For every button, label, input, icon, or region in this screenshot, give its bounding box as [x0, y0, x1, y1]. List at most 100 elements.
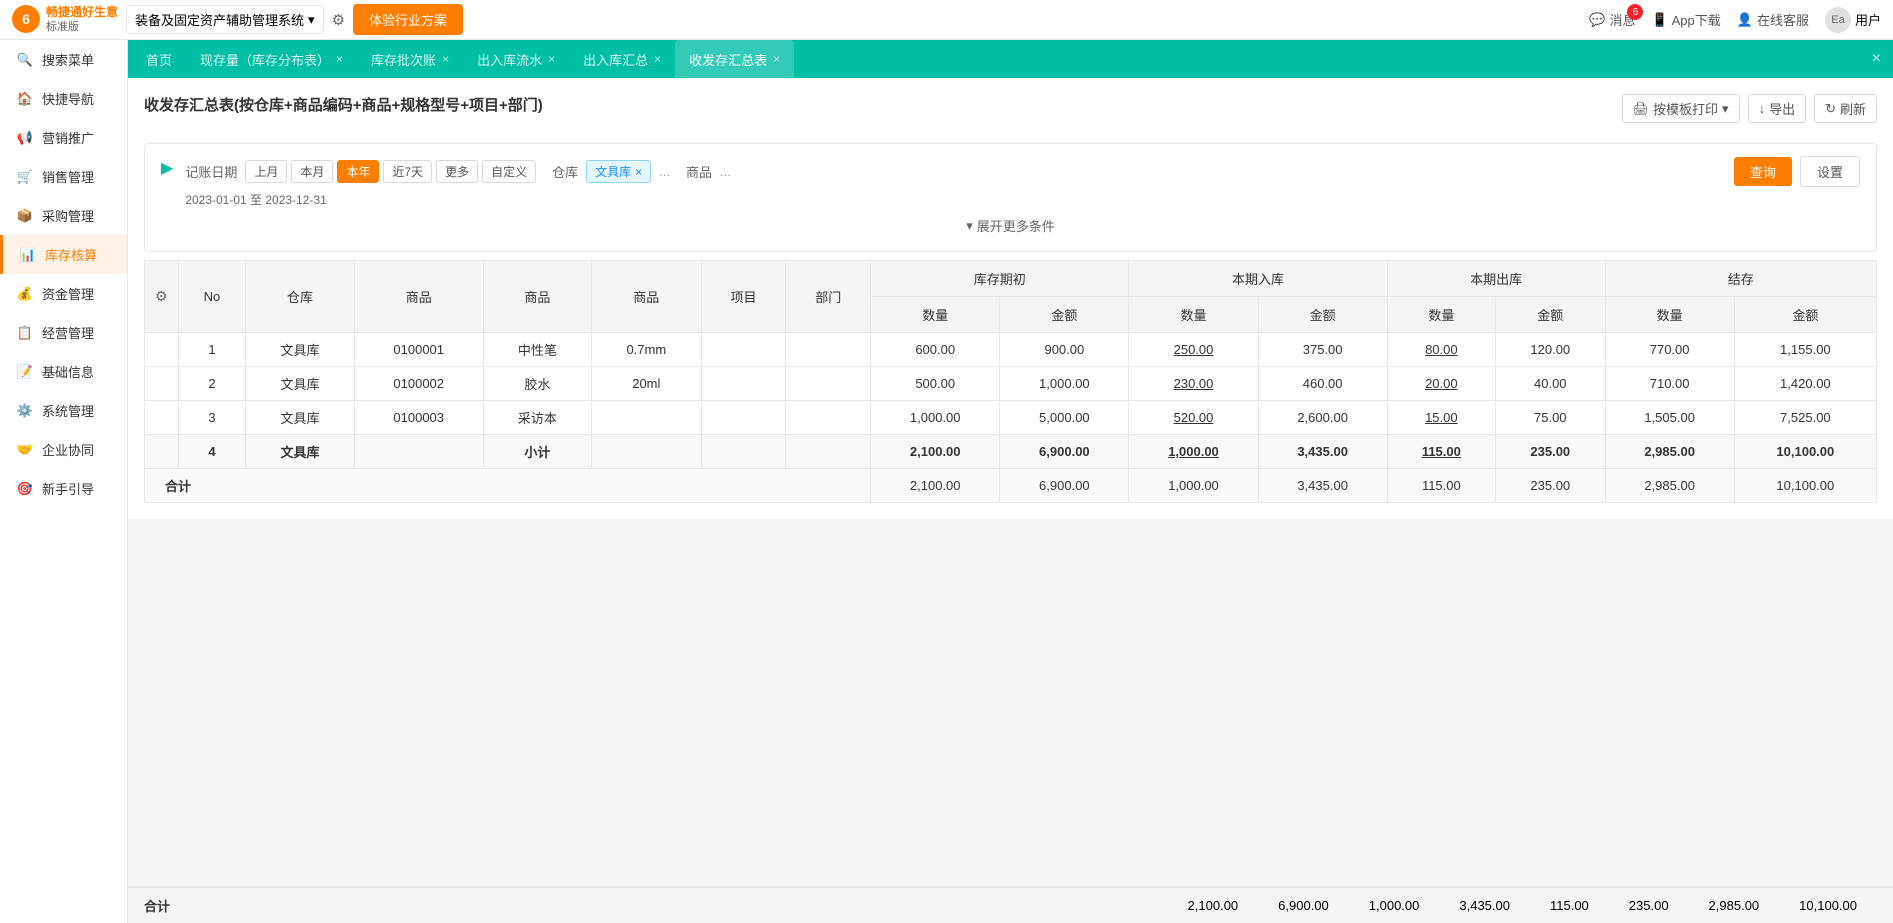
sidebar-item-inventory[interactable]: 📊 库存核算 — [0, 235, 127, 274]
th-in-group: 本期入库 — [1129, 261, 1387, 297]
export-button[interactable]: ↓ 导出 — [1748, 94, 1807, 123]
top-header: 6 畅捷通好生意 标准版 装备及固定资产辅助管理系统 ▾ ⚙ 体验行业方案 💬 … — [0, 0, 1893, 40]
cell-warehouse-2: 文具库 — [246, 401, 354, 435]
chevron-print-icon: ▾ — [1722, 101, 1729, 117]
close-all-tabs-button[interactable]: × — [1864, 50, 1889, 68]
content-area: 首页 现存量（库存分布表） × 库存批次账 × 出入库流水 × 出入库汇总 × — [128, 40, 1893, 923]
cell-out-amt-1: 40.00 — [1495, 367, 1605, 401]
total-row: 合计 2,100.00 6,900.00 1,000.00 3,435.00 1… — [145, 469, 1877, 503]
query-button[interactable]: 查询 — [1734, 157, 1792, 186]
subtotal-project — [701, 435, 786, 469]
cell-out-qty-0[interactable]: 80.00 — [1387, 333, 1495, 367]
date-btn-this-month[interactable]: 本月 — [291, 160, 333, 183]
app-download-btn[interactable]: 📱 App下载 — [1651, 10, 1720, 29]
sidebar-item-quick-nav[interactable]: 🏠 快捷导航 — [0, 79, 127, 118]
cell-opening-amt-0: 900.00 — [1000, 333, 1129, 367]
subtotal-balance-qty: 2,985.00 — [1605, 435, 1734, 469]
message-badge: 6 — [1627, 4, 1643, 20]
subtotal-dept — [786, 435, 871, 469]
sidebar-item-search[interactable]: 🔍 搜索菜单 — [0, 40, 127, 79]
cell-in-qty-1[interactable]: 230.00 — [1129, 367, 1258, 401]
warehouse-filter: 仓库 文具库 × ... — [552, 160, 670, 183]
tab-batch[interactable]: 库存批次账 × — [357, 40, 463, 78]
system-selector[interactable]: 装备及固定资产辅助管理系统 ▾ — [126, 5, 324, 34]
cell-in-qty-2[interactable]: 520.00 — [1129, 401, 1258, 435]
purchase-icon: 📦 — [16, 207, 34, 225]
set-button[interactable]: 设置 — [1800, 156, 1860, 187]
online-service-btn[interactable]: 👤 在线客服 — [1737, 10, 1809, 29]
product-more-btn[interactable]: ... — [720, 164, 731, 179]
settings-icon[interactable]: ⚙ — [332, 11, 345, 29]
sidebar-item-purchase[interactable]: 📦 采购管理 — [0, 196, 127, 235]
subtotal-name: 小计 — [483, 435, 591, 469]
warehouse-tag-remove[interactable]: × — [635, 165, 642, 179]
sidebar-item-guide[interactable]: 🎯 新手引导 — [0, 469, 127, 508]
th-opening-amt: 金额 — [1000, 297, 1129, 333]
operation-icon: 📋 — [16, 324, 34, 342]
message-btn[interactable]: 💬 消息 6 — [1589, 10, 1635, 29]
sidebar-item-operation[interactable]: 📋 经营管理 — [0, 313, 127, 352]
filter-toggle-icon[interactable]: ▶ — [161, 158, 173, 178]
sidebar-label-quick-nav: 快捷导航 — [42, 89, 94, 108]
header-left: 6 畅捷通好生意 标准版 装备及固定资产辅助管理系统 ▾ ⚙ 体验行业方案 — [12, 4, 463, 35]
cell-department-0 — [786, 333, 871, 367]
subtotal-in-qty[interactable]: 1,000.00 — [1129, 435, 1258, 469]
basic-info-icon: 📝 — [16, 363, 34, 381]
tab-close-batch[interactable]: × — [442, 52, 449, 66]
print-label: 按模板打印 — [1653, 99, 1718, 118]
warehouse-more-btn[interactable]: ... — [659, 164, 670, 179]
date-btn-custom[interactable]: 自定义 — [482, 160, 536, 183]
tab-close-inventory-dist[interactable]: × — [336, 52, 343, 66]
cell-product-spec-1: 20ml — [592, 367, 702, 401]
cell-balance-amt-2: 7,525.00 — [1734, 401, 1876, 435]
tab-receive-send-summary[interactable]: 收发存汇总表 × — [675, 40, 794, 78]
tab-close-inout-summary[interactable]: × — [654, 52, 661, 66]
filter-section: ▶ 记账日期 上月 本月 本年 — [144, 143, 1877, 252]
refresh-button[interactable]: ↻ 刷新 — [1814, 94, 1877, 123]
tab-close-receive-send[interactable]: × — [773, 52, 780, 66]
cell-out-qty-2[interactable]: 15.00 — [1387, 401, 1495, 435]
user-area[interactable]: Ea 用户 — [1825, 7, 1881, 33]
th-out-group: 本期出库 — [1387, 261, 1605, 297]
date-btn-last-month[interactable]: 上月 — [245, 160, 287, 183]
total-balance-amt: 10,100.00 — [1734, 469, 1876, 503]
page-inner: 收发存汇总表(按仓库+商品编码+商品+规格型号+项目+部门) 🖨 按模板打印 ▾… — [128, 78, 1893, 519]
th-in-qty: 数量 — [1129, 297, 1258, 333]
cell-product-code-2: 0100003 — [354, 401, 483, 435]
tab-close-inout-flow[interactable]: × — [548, 52, 555, 66]
sidebar-item-marketing[interactable]: 📢 营销推广 — [0, 118, 127, 157]
subtotal-in-amt: 3,435.00 — [1258, 435, 1387, 469]
cell-balance-amt-0: 1,155.00 — [1734, 333, 1876, 367]
cell-out-qty-1[interactable]: 20.00 — [1387, 367, 1495, 401]
sidebar-item-collab[interactable]: 🤝 企业协同 — [0, 430, 127, 469]
expand-button[interactable]: ▾ 展开更多条件 — [966, 216, 1055, 235]
try-button[interactable]: 体验行业方案 — [353, 4, 463, 35]
expand-row: ▾ 展开更多条件 — [161, 208, 1860, 239]
system-title: 装备及固定资产辅助管理系统 — [135, 10, 304, 29]
date-btn-last-7[interactable]: 近7天 — [383, 160, 432, 183]
tab-inventory-dist[interactable]: 现存量（库存分布表） × — [186, 40, 357, 78]
tab-inout-flow[interactable]: 出入库流水 × — [463, 40, 569, 78]
print-button[interactable]: 🖨 按模板打印 ▾ — [1622, 94, 1740, 123]
sidebar-item-system[interactable]: ⚙️ 系统管理 — [0, 391, 127, 430]
sidebar-label-guide: 新手引导 — [42, 479, 94, 498]
user-label: 用户 — [1855, 10, 1881, 29]
cell-settings-1 — [145, 367, 179, 401]
sidebar-item-sales[interactable]: 🛒 销售管理 — [0, 157, 127, 196]
tab-inout-summary[interactable]: 出入库汇总 × — [569, 40, 675, 78]
sidebar-item-basic-info[interactable]: 📝 基础信息 — [0, 352, 127, 391]
th-settings: ⚙ — [145, 261, 179, 333]
date-btn-this-year[interactable]: 本年 — [337, 160, 379, 183]
export-label: 导出 — [1769, 99, 1795, 118]
subtotal-out-qty[interactable]: 115.00 — [1387, 435, 1495, 469]
sidebar-label-operation: 经营管理 — [42, 323, 94, 342]
logo-main: 畅捷通好生意 — [46, 5, 118, 21]
cell-in-qty-0[interactable]: 250.00 — [1129, 333, 1258, 367]
date-btn-more[interactable]: 更多 — [436, 160, 478, 183]
sidebar-label-basic-info: 基础信息 — [42, 362, 94, 381]
print-icon: 🖨 — [1633, 101, 1650, 117]
sidebar-item-finance[interactable]: 💰 资金管理 — [0, 274, 127, 313]
column-settings-icon[interactable]: ⚙ — [155, 288, 168, 304]
subtotal-row: 4 文具库 小计 2,100.00 6,900.00 1,000.00 3,43… — [145, 435, 1877, 469]
tab-home[interactable]: 首页 — [132, 40, 186, 78]
